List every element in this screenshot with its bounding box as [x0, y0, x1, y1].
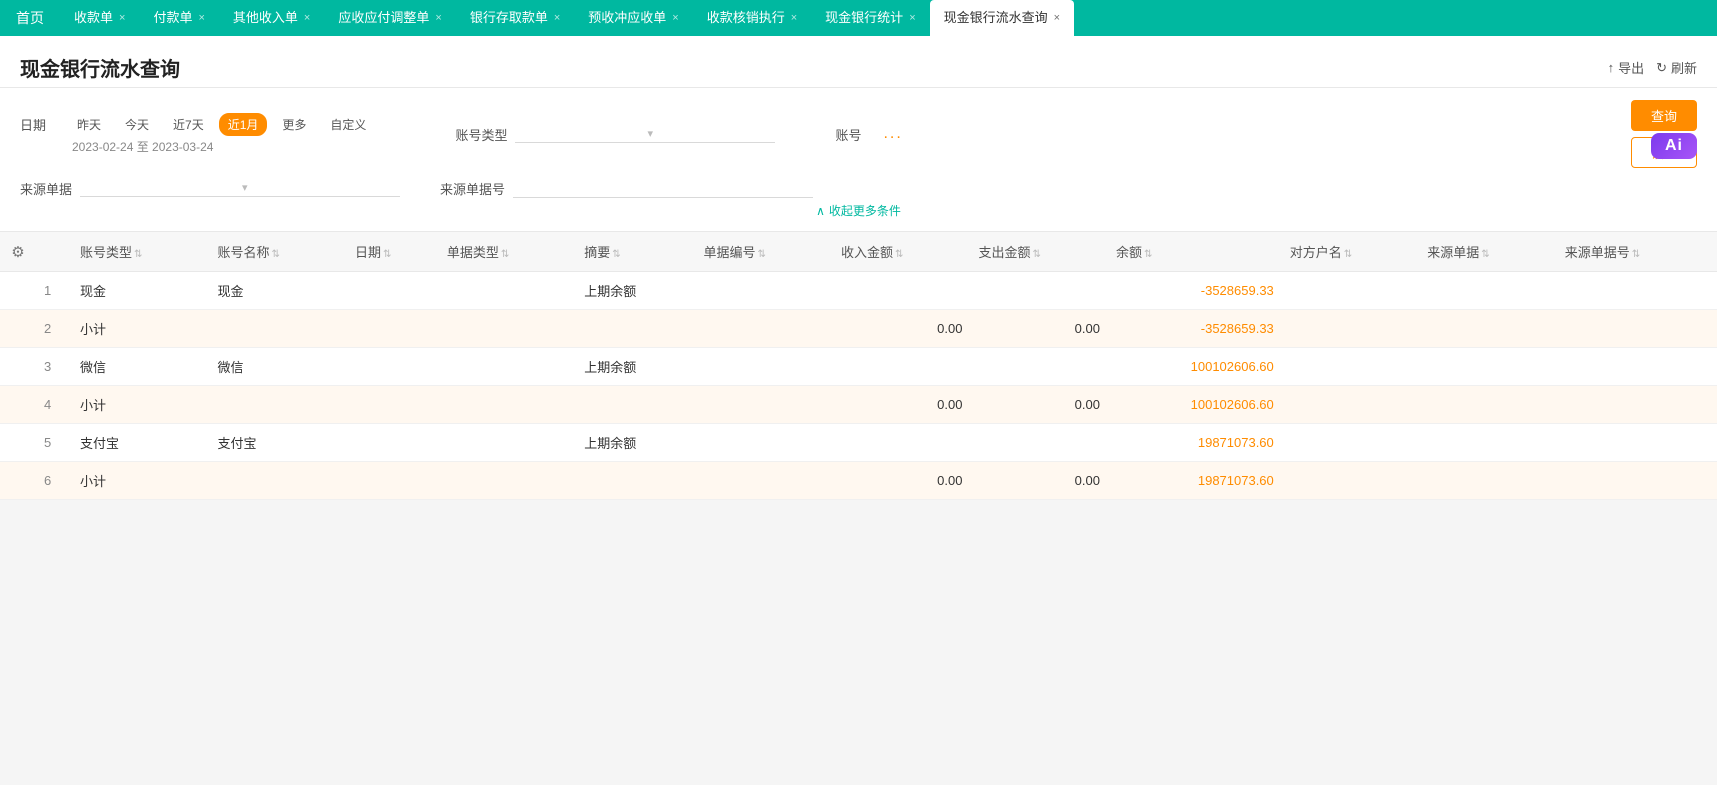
refresh-icon: ↻ [1656, 60, 1667, 76]
source-doc-no-input[interactable] [513, 178, 813, 198]
date-btn-7days[interactable]: 近7天 [164, 113, 213, 136]
dropdown-arrow-icon: ▾ [647, 127, 771, 140]
nav-item-0[interactable]: 收款单 × [60, 0, 139, 36]
table-row: 3微信微信上期余额100102606.60 [0, 348, 1717, 386]
col-account-type[interactable]: 账号类型⇅ [72, 232, 209, 272]
table-row: 1现金现金上期余额-3528659.33 [0, 272, 1717, 310]
col-doc-type[interactable]: 单据类型⇅ [439, 232, 576, 272]
table-row: 6小计0.000.0019871073.60 [0, 462, 1717, 500]
col-source-doc[interactable]: 来源单据⇅ [1419, 232, 1556, 272]
col-settings[interactable]: ⚙ [0, 232, 36, 272]
table-wrapper: ⚙ 账号类型⇅ 账号名称⇅ 日期⇅ 单据类型⇅ 摘要⇅ [0, 232, 1717, 500]
date-shortcuts: 昨天 今天 近7天 近1月 更多 自定义 [68, 113, 375, 136]
table-row: 4小计0.000.00100102606.60 [0, 386, 1717, 424]
header-actions: ↑ 导出 ↻ 刷新 [1608, 58, 1697, 77]
date-btn-custom[interactable]: 自定义 [321, 113, 375, 136]
date-btn-more[interactable]: 更多 [273, 113, 315, 136]
ai-button[interactable]: Ai [1651, 133, 1697, 159]
close-icon-0[interactable]: × [119, 0, 125, 36]
close-icon-8[interactable]: × [1054, 0, 1060, 36]
nav-item-6[interactable]: 收款核销执行 × [693, 0, 811, 36]
filter-area: 日期 昨天 今天 近7天 近1月 更多 自定义 2023-02-24 至 202… [0, 88, 1717, 232]
close-icon-7[interactable]: × [909, 0, 915, 36]
nav-item-8[interactable]: 现金银行流水查询 × [930, 0, 1074, 36]
nav-home[interactable]: 首页 [0, 0, 60, 36]
date-range-text: 2023-02-24 至 2023-03-24 [72, 140, 213, 154]
query-button[interactable]: 查询 [1631, 100, 1697, 131]
export-button[interactable]: ↑ 导出 [1608, 58, 1645, 77]
top-nav: 首页 收款单 × 付款单 × 其他收入单 × 应收应付调整单 × 银行存取款单 … [0, 0, 1717, 36]
close-icon-4[interactable]: × [554, 0, 560, 36]
table-header-row: ⚙ 账号类型⇅ 账号名称⇅ 日期⇅ 单据类型⇅ 摘要⇅ [0, 232, 1717, 272]
gear-icon[interactable]: ⚙ [11, 244, 24, 261]
close-icon-6[interactable]: × [791, 0, 797, 36]
export-icon: ↑ [1608, 60, 1615, 75]
close-icon-3[interactable]: × [435, 0, 441, 36]
data-table: ⚙ 账号类型⇅ 账号名称⇅ 日期⇅ 单据类型⇅ 摘要⇅ [0, 232, 1717, 500]
source-doc-dropdown-icon: ▾ [242, 181, 396, 194]
source-doc-select[interactable]: ▾ [80, 179, 400, 197]
nav-item-5[interactable]: 预收冲应收单 × [574, 0, 692, 36]
nav-item-3[interactable]: 应收应付调整单 × [324, 0, 455, 36]
close-icon-5[interactable]: × [672, 0, 678, 36]
close-icon-2[interactable]: × [304, 0, 310, 36]
col-counterparty[interactable]: 对方户名⇅ [1282, 232, 1419, 272]
col-summary[interactable]: 摘要⇅ [576, 232, 695, 272]
col-account-name[interactable]: 账号名称⇅ [209, 232, 346, 272]
collapse-row: ∧ 收起更多条件 [20, 202, 1697, 219]
filter-row-2: 来源单据 ▾ 来源单据号 [20, 178, 1697, 198]
refresh-button[interactable]: ↻ 刷新 [1656, 58, 1697, 77]
account-label: 账号 [835, 125, 875, 144]
nav-item-4[interactable]: 银行存取款单 × [456, 0, 574, 36]
date-btn-yesterday[interactable]: 昨天 [68, 113, 110, 136]
account-ellipsis-button[interactable]: ... [883, 125, 902, 143]
nav-item-1[interactable]: 付款单 × [139, 0, 218, 36]
date-btn-today[interactable]: 今天 [116, 113, 158, 136]
nav-item-7[interactable]: 现金银行统计 × [811, 0, 929, 36]
table-row: 5支付宝支付宝上期余额19871073.60 [0, 424, 1717, 462]
col-source-doc-no[interactable]: 来源单据号⇅ [1557, 232, 1717, 272]
filter-row-1: 日期 昨天 今天 近7天 近1月 更多 自定义 2023-02-24 至 202… [20, 100, 1697, 168]
col-num [36, 232, 72, 272]
source-doc-label: 来源单据 [20, 179, 72, 198]
close-icon-1[interactable]: × [198, 0, 204, 36]
col-expense[interactable]: 支出金额⇅ [970, 232, 1107, 272]
date-btn-1month[interactable]: 近1月 [219, 113, 268, 136]
page-title: 现金银行流水查询 [20, 53, 180, 82]
collapse-button[interactable]: ∧ 收起更多条件 [816, 202, 901, 219]
col-balance[interactable]: 余额⇅ [1108, 232, 1282, 272]
col-date[interactable]: 日期⇅ [347, 232, 439, 272]
source-doc-no-label: 来源单据号 [440, 179, 505, 198]
date-label: 日期 [20, 115, 60, 134]
page-header: 现金银行流水查询 ↑ 导出 ↻ 刷新 Ai [0, 36, 1717, 88]
col-doc-no[interactable]: 单据编号⇅ [696, 232, 833, 272]
table-row: 2小计0.000.00-3528659.33 [0, 310, 1717, 348]
account-type-label: 账号类型 [455, 125, 507, 144]
nav-item-2[interactable]: 其他收入单 × [219, 0, 324, 36]
collapse-icon: ∧ [816, 204, 825, 218]
col-income[interactable]: 收入金额⇅ [833, 232, 970, 272]
account-type-select[interactable]: ▾ [515, 125, 775, 143]
